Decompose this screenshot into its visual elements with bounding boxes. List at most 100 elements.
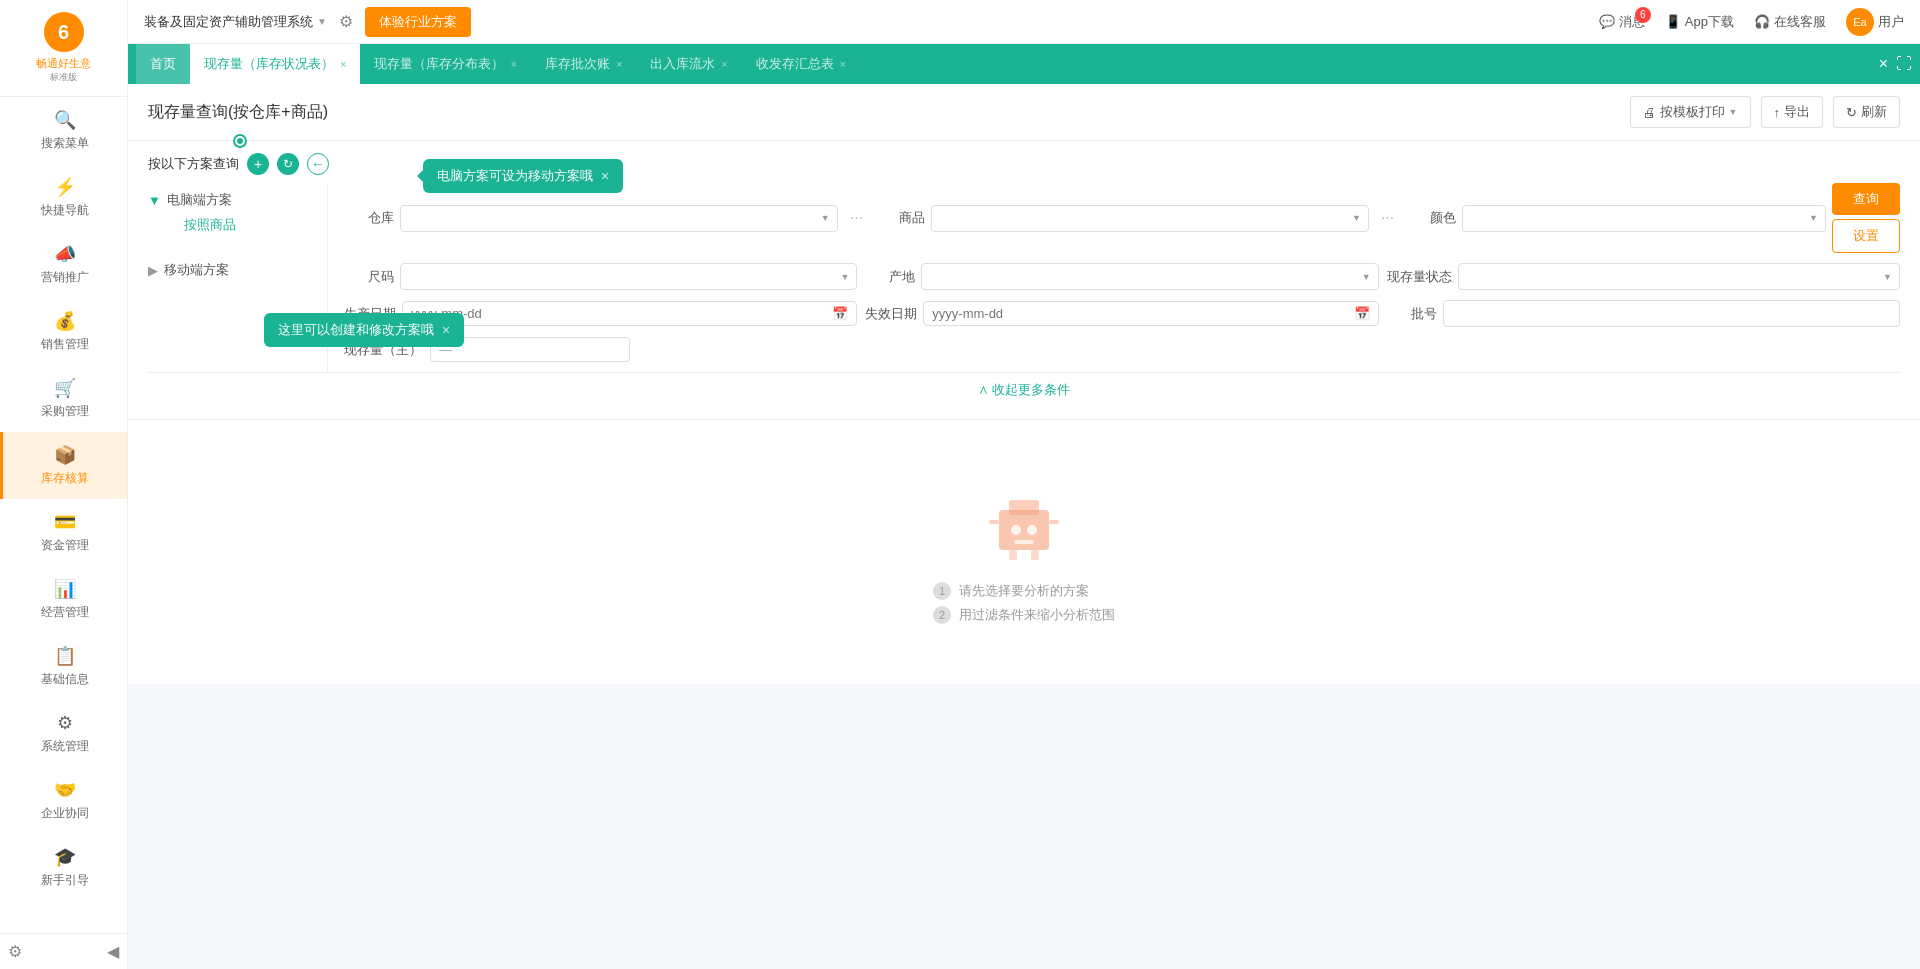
scheme-desktop-label: 电脑端方案	[167, 191, 232, 209]
sidebar-item-sales[interactable]: 💰 销售管理	[0, 298, 127, 365]
sidebar-item-basic[interactable]: 📋 基础信息	[0, 633, 127, 700]
sidebar-collapse-btn[interactable]: ◀	[107, 942, 119, 961]
tab-expand-icon[interactable]: ⛶	[1896, 55, 1912, 73]
message-icon: 💬	[1599, 14, 1615, 29]
sidebar-bottom: ⚙ ◀	[0, 933, 127, 969]
tab-close-inventory-status[interactable]: ×	[340, 58, 346, 70]
exp-date-label: 失效日期	[865, 305, 917, 323]
tooltip-create-scheme: 这里可以创建和修改方案哦 ×	[264, 313, 464, 347]
tab-close-batch-account[interactable]: ×	[616, 58, 622, 70]
goods-more-dots[interactable]: ···	[1377, 209, 1398, 227]
tooltip-1-close[interactable]: ×	[601, 168, 609, 184]
size-select[interactable]	[400, 263, 857, 290]
search-menu-icon: 🔍	[54, 109, 76, 131]
page-header: 现存量查询(按仓库+商品) 🖨 按模板打印 ▼ ↑ 导出 ↻ 刷新	[128, 84, 1920, 141]
tab-close-inventory-dist[interactable]: ×	[510, 58, 516, 70]
main-area: 装备及固定资产辅助管理系统 ▼ ⚙ 体验行业方案 💬 消息 6 📱 App下载 …	[128, 0, 1920, 969]
sidebar-item-marketing[interactable]: 📣 营销推广	[0, 231, 127, 298]
mfg-date-calendar-icon[interactable]: 📅	[832, 306, 848, 321]
sidebar-settings-btn[interactable]: ⚙	[8, 942, 22, 961]
filter-add-button[interactable]: +	[247, 153, 269, 175]
export-button[interactable]: ↑ 导出	[1761, 96, 1824, 128]
system-title-dropdown[interactable]: 装备及固定资产辅助管理系统 ▼	[144, 13, 327, 31]
empty-state: 1 请先选择要分析的方案 2 用过滤条件来缩小分析范围	[128, 420, 1920, 684]
message-button[interactable]: 💬 消息 6	[1599, 13, 1645, 31]
tab-inventory-dist[interactable]: 现存量（库存分布表） ×	[360, 44, 530, 84]
scheme-sub-item[interactable]: 按照商品	[164, 213, 315, 237]
stock-status-select-wrapper	[1458, 263, 1900, 290]
template-print-button[interactable]: 🖨 按模板打印 ▼	[1630, 96, 1751, 128]
tab-recv-summary[interactable]: 收发存汇总表 ×	[742, 44, 860, 84]
purchase-icon: 🛒	[54, 377, 76, 399]
goods-select[interactable]	[931, 205, 1369, 232]
export-icon: ↑	[1774, 105, 1781, 120]
filter-fields: 仓库 ··· 商品	[328, 183, 1900, 372]
operation-icon: 📊	[54, 578, 76, 600]
sidebar-item-finance[interactable]: 💳 资金管理	[0, 499, 127, 566]
color-select[interactable]	[1462, 205, 1826, 232]
svg-rect-5	[989, 520, 999, 524]
batch-label: 批号	[1387, 305, 1437, 323]
user-menu[interactable]: Ea 用户	[1846, 8, 1904, 36]
tab-in-out-flow[interactable]: 出入库流水 ×	[636, 44, 741, 84]
sidebar-item-guide[interactable]: 🎓 新手引导	[0, 834, 127, 901]
field-group-warehouse: 仓库	[344, 205, 838, 232]
svg-rect-4	[1014, 540, 1034, 544]
print-dropdown-icon: ▼	[1729, 107, 1738, 117]
collapse-bar[interactable]: ∧ 收起更多条件	[148, 372, 1900, 407]
print-icon: 🖨	[1643, 105, 1656, 120]
tab-batch-account[interactable]: 库存批次账 ×	[531, 44, 636, 84]
industry-button[interactable]: 体验行业方案	[365, 7, 471, 37]
field-group-goods: 商品	[875, 205, 1369, 232]
sidebar-item-purchase[interactable]: 🛒 采购管理	[0, 365, 127, 432]
sidebar-item-operation[interactable]: 📊 经营管理	[0, 566, 127, 633]
filter-back-button[interactable]: ←	[307, 153, 329, 175]
sidebar-item-quick-nav[interactable]: ⚡ 快捷导航	[0, 164, 127, 231]
tooltip-2-close[interactable]: ×	[442, 322, 450, 338]
tooltip-scheme-mobile: 电脑方案可设为移动方案哦 ×	[423, 159, 623, 193]
field-group-batch: 批号	[1387, 300, 1900, 327]
online-service-button[interactable]: 🎧 在线客服	[1754, 13, 1826, 31]
size-select-wrapper	[400, 263, 857, 290]
warehouse-select[interactable]	[400, 205, 838, 232]
filter-row-2: 尺码 产地	[344, 263, 1900, 290]
batch-input[interactable]	[1443, 300, 1900, 327]
color-select-wrapper	[1462, 205, 1826, 232]
filter-reset-button[interactable]: ↻	[277, 153, 299, 175]
sidebar-item-search-menu[interactable]: 🔍 搜索菜单	[0, 97, 127, 164]
field-group-size: 尺码	[344, 263, 857, 290]
field-group-origin: 产地	[865, 263, 1378, 290]
tab-close-recv-summary[interactable]: ×	[840, 58, 846, 70]
gear-button[interactable]: ⚙	[339, 12, 353, 31]
tab-home[interactable]: 首页	[136, 44, 190, 84]
header-right: 💬 消息 6 📱 App下载 🎧 在线客服 Ea 用户	[1599, 8, 1904, 36]
exp-date-input[interactable]	[932, 306, 1349, 321]
stock-status-select[interactable]	[1458, 263, 1900, 290]
sidebar-item-inventory[interactable]: 📦 库存核算	[0, 432, 127, 499]
sales-icon: 💰	[54, 310, 76, 332]
tooltip-1-text: 电脑方案可设为移动方案哦	[437, 167, 593, 185]
tab-close-in-out-flow[interactable]: ×	[721, 58, 727, 70]
mfg-date-input[interactable]	[411, 306, 828, 321]
exp-date-calendar-icon[interactable]: 📅	[1354, 306, 1370, 321]
settings-button[interactable]: 设置	[1832, 219, 1900, 253]
logo-text: 畅通好生意 标准版	[36, 56, 91, 84]
empty-steps: 1 请先选择要分析的方案 2 用过滤条件来缩小分析范围	[933, 582, 1115, 624]
scheme-item-mobile[interactable]: ▶ 移动端方案	[148, 257, 315, 283]
sidebar-item-system[interactable]: ⚙ 系统管理	[0, 700, 127, 767]
content-inner: 现存量查询(按仓库+商品) 🖨 按模板打印 ▼ ↑ 导出 ↻ 刷新	[128, 84, 1920, 684]
field-group-color: 颜色 查询 设置	[1406, 183, 1900, 253]
filter-row-3: 生产日期 📅 失效日期 📅	[344, 300, 1900, 327]
scheme-item-desktop[interactable]: ▼ 电脑端方案	[148, 187, 315, 213]
origin-select[interactable]	[921, 263, 1378, 290]
tab-inventory-status[interactable]: 现存量（库存状况表） ×	[190, 44, 360, 84]
field-group-stock-status: 现存量状态	[1387, 263, 1900, 290]
origin-label: 产地	[865, 268, 915, 286]
svg-rect-8	[1031, 550, 1039, 560]
tab-close-all-icon[interactable]: ×	[1879, 55, 1888, 73]
warehouse-more-dots[interactable]: ···	[846, 209, 867, 227]
search-button[interactable]: 查询	[1832, 183, 1900, 215]
refresh-button[interactable]: ↻ 刷新	[1833, 96, 1900, 128]
sidebar-item-enterprise[interactable]: 🤝 企业协同	[0, 767, 127, 834]
app-download-button[interactable]: 📱 App下载	[1665, 13, 1734, 31]
